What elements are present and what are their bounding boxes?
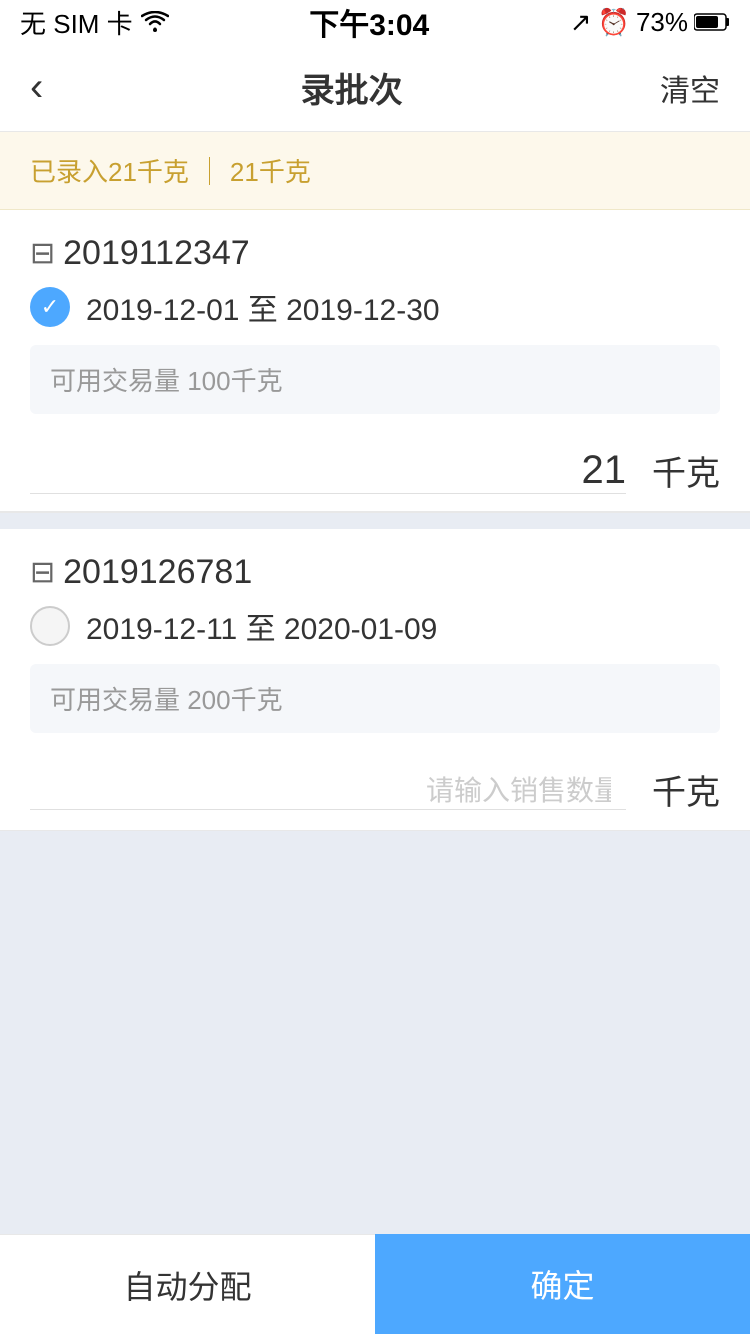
available-qty-box-2: 可用交易量 200千克 <box>30 664 720 733</box>
page-title: 录批次 <box>301 63 403 112</box>
available-qty-text-2: 可用交易量 200千克 <box>50 685 283 715</box>
unit-label-1: 千克 <box>652 446 720 495</box>
bottom-buttons: 自动分配 确定 <box>0 1234 750 1334</box>
wifi-icon <box>141 11 169 33</box>
status-left: 无 SIM 卡 <box>20 4 169 41</box>
batch-date-2: 2019-12-11 至 2020-01-09 <box>86 604 437 648</box>
qty-underline-1: 21 <box>30 448 626 494</box>
clear-button[interactable]: 清空 <box>660 66 720 110</box>
status-time: 下午3:04 <box>309 0 429 44</box>
unit-label-2: 千克 <box>652 765 720 814</box>
batch-radio-2[interactable] <box>30 606 70 646</box>
status-bar: 无 SIM 卡 下午3:04 ↗ ⏰ 73% <box>0 0 750 44</box>
qty-underline-2 <box>30 770 626 810</box>
batch-id-icon-1: ⊟ <box>30 236 55 271</box>
available-qty-box-1: 可用交易量 100千克 <box>30 345 720 414</box>
no-sim-label: 无 SIM 卡 <box>20 4 133 41</box>
nav-bar: ‹ 录批次 清空 <box>0 44 750 132</box>
qty-value-1[interactable]: 21 <box>582 448 627 493</box>
available-qty-text-1: 可用交易量 100千克 <box>50 366 283 396</box>
batch-input-row-2: 千克 <box>0 749 750 831</box>
batch-date-1: 2019-12-01 至 2019-12-30 <box>86 285 440 329</box>
summary-divider <box>209 157 210 185</box>
batch-header-1: ⊟ 2019112347 <box>30 234 720 273</box>
auto-distribute-button[interactable]: 自动分配 <box>0 1234 375 1334</box>
check-icon-1: ✓ <box>41 294 59 320</box>
batch-header-2: ⊟ 2019126781 <box>30 553 720 592</box>
batch-id-2: 2019126781 <box>63 553 252 592</box>
qty-input-2[interactable] <box>426 770 626 809</box>
battery-icon <box>694 12 730 32</box>
summary-bar: 已录入21千克 21千克 <box>0 132 750 210</box>
summary-value: 21千克 <box>230 152 311 189</box>
batch-id-icon-2: ⊟ <box>30 555 55 590</box>
batch-item-2: ⊟ 2019126781 2019-12-11 至 2020-01-09 可用交… <box>0 529 750 831</box>
batch-separator <box>0 513 750 529</box>
batch-date-row-1: ✓ 2019-12-01 至 2019-12-30 <box>30 285 720 329</box>
alarm-icon: ⏰ <box>598 7 630 38</box>
back-button[interactable]: ‹ <box>30 65 43 110</box>
batch-date-row-2: 2019-12-11 至 2020-01-09 <box>30 604 720 648</box>
batch-id-1: 2019112347 <box>63 234 250 273</box>
confirm-button[interactable]: 确定 <box>375 1234 750 1334</box>
batch-radio-1[interactable]: ✓ <box>30 287 70 327</box>
summary-label: 已录入21千克 <box>30 152 189 189</box>
batch-input-row-1: 21 千克 <box>0 430 750 513</box>
bottom-area <box>0 831 750 1291</box>
batch-item-1: ⊟ 2019112347 ✓ 2019-12-01 至 2019-12-30 可… <box>0 210 750 513</box>
status-right: ↗ ⏰ 73% <box>570 7 730 38</box>
battery-label: 73% <box>636 7 688 38</box>
location-icon: ↗ <box>570 7 592 38</box>
